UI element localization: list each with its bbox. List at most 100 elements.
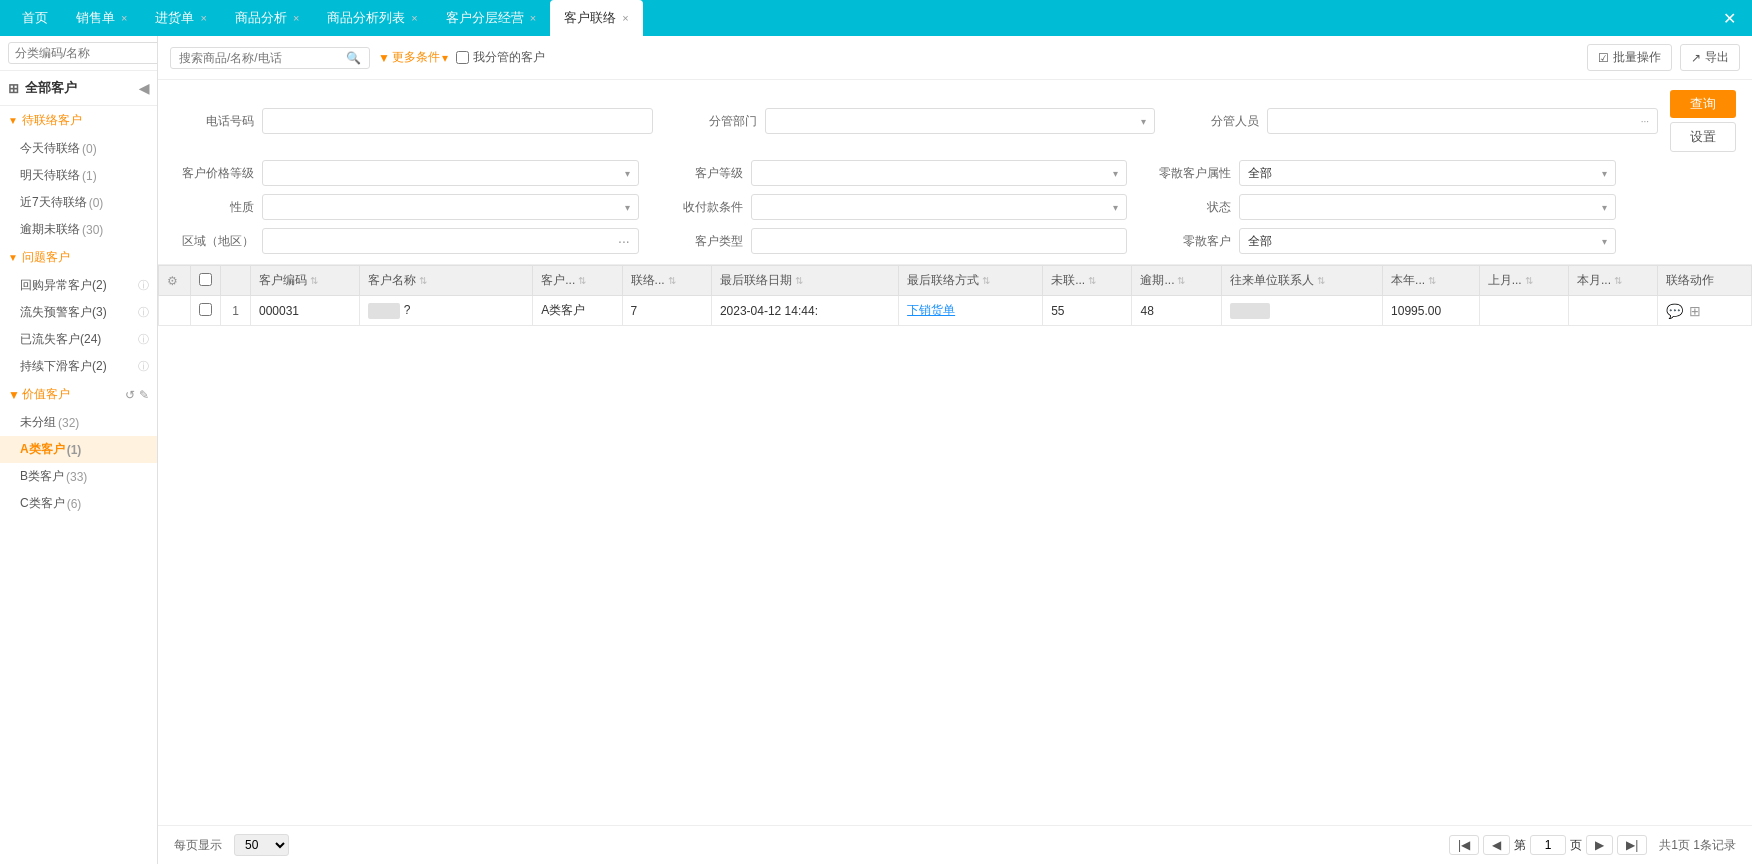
sidebar-pending-title[interactable]: ▼ 待联络客户 xyxy=(0,106,157,135)
page-size-select[interactable]: 50 100 200 xyxy=(234,834,289,856)
ellipsis-icon[interactable]: ··· xyxy=(618,233,630,249)
filter-search-input[interactable] xyxy=(179,51,346,65)
nav-tab-analysis[interactable]: 商品分析 × xyxy=(221,0,313,36)
col-gear: ⚙ xyxy=(159,266,191,296)
filter-cust-type-select[interactable] xyxy=(751,228,1128,254)
col-last-month-label: 上月... xyxy=(1488,272,1522,289)
col-checkbox-all[interactable] xyxy=(191,266,221,296)
chevron-down-icon: ▾ xyxy=(1141,116,1146,127)
col-overdue-label: 逾期... xyxy=(1140,272,1174,289)
close-icon[interactable]: × xyxy=(530,12,536,24)
filter-area-select[interactable]: ··· xyxy=(262,228,639,254)
col-name: 客户名称 ⇅ xyxy=(360,266,533,296)
nav-tab-customer-tier[interactable]: 客户分层经营 × xyxy=(432,0,550,36)
filter-dept-select[interactable]: ▾ xyxy=(765,108,1156,134)
sort-icon[interactable]: ⇅ xyxy=(419,275,427,286)
filter-my-customers[interactable]: 我分管的客户 xyxy=(456,49,545,66)
sort-icon[interactable]: ⇅ xyxy=(795,275,803,286)
last-page-button[interactable]: ▶| xyxy=(1617,835,1647,855)
sidebar: 🔍 ⊞ 全部客户 ◀ ▼ 待联络客户 今天待联络 (0) 明天待联络 (1) 近… xyxy=(0,36,158,864)
sidebar-item-7days[interactable]: 近7天待联络 (0) xyxy=(0,189,157,216)
sort-icon[interactable]: ⇅ xyxy=(1614,275,1622,286)
sidebar-problem-title[interactable]: ▼ 问题客户 xyxy=(0,243,157,272)
filter-search-icon[interactable]: 🔍 xyxy=(346,51,361,65)
close-icon[interactable]: × xyxy=(293,12,299,24)
sort-icon[interactable]: ⇅ xyxy=(982,275,990,286)
sort-icon[interactable]: ⇅ xyxy=(1177,275,1185,286)
nav-tab-purchase[interactable]: 进货单 × xyxy=(141,0,220,36)
sidebar-search-input[interactable] xyxy=(8,42,158,64)
query-button[interactable]: 查询 xyxy=(1670,90,1736,118)
page-number-input[interactable] xyxy=(1530,835,1566,855)
row-gear xyxy=(159,296,191,326)
sort-icon[interactable]: ⇅ xyxy=(1088,275,1096,286)
sidebar-value-icons[interactable]: ↺ ✎ xyxy=(125,388,149,402)
row-last-date: 2023-04-12 14:44: xyxy=(711,296,898,326)
sidebar-item-churned[interactable]: 已流失客户(24) ⓘ xyxy=(0,326,157,353)
col-last-date-label: 最后联络日期 xyxy=(720,272,792,289)
sidebar-value-title[interactable]: ▼ 价值客户 xyxy=(8,386,70,403)
next-page-button[interactable]: ▶ xyxy=(1586,835,1613,855)
settings-button[interactable]: 设置 xyxy=(1670,122,1736,152)
sort-icon[interactable]: ⇅ xyxy=(668,275,676,286)
sidebar-item-overdue[interactable]: 逾期未联络 (30) xyxy=(0,216,157,243)
filter-manager-select[interactable]: ··· xyxy=(1267,108,1658,134)
sidebar-item-tomorrow[interactable]: 明天待联络 (1) xyxy=(0,162,157,189)
export-button[interactable]: ↗ 导出 xyxy=(1680,44,1740,71)
filter-nature-select[interactable]: ▾ xyxy=(262,194,639,220)
refresh-icon[interactable]: ↺ xyxy=(125,388,135,402)
col-cust-type-label: 客户... xyxy=(541,272,575,289)
filter-retail-attr-select[interactable]: 全部 ▾ xyxy=(1239,160,1616,186)
row-checkbox[interactable] xyxy=(191,296,221,326)
qrcode-icon[interactable]: ⊞ xyxy=(1689,303,1701,319)
close-icon[interactable]: × xyxy=(121,12,127,24)
sidebar-all-customers[interactable]: ⊞ 全部客户 ◀ xyxy=(0,71,157,106)
row-code: 000031 xyxy=(251,296,360,326)
filter-price-level-select[interactable]: ▾ xyxy=(262,160,639,186)
filter-retail-cust-select[interactable]: 全部 ▾ xyxy=(1239,228,1616,254)
sidebar-item-declining[interactable]: 持续下滑客户(2) ⓘ xyxy=(0,353,157,380)
sort-icon[interactable]: ⇅ xyxy=(578,275,586,286)
sort-icon[interactable]: ⇅ xyxy=(310,275,318,286)
filter-phone-input[interactable] xyxy=(262,108,653,134)
close-icon[interactable]: × xyxy=(200,12,206,24)
filter-dept-label: 分管部门 xyxy=(677,113,757,130)
prev-page-button[interactable]: ◀ xyxy=(1483,835,1510,855)
row-select-checkbox[interactable] xyxy=(199,303,212,316)
my-customers-checkbox[interactable] xyxy=(456,51,469,64)
nav-tab-customer-contact[interactable]: 客户联络 × xyxy=(550,0,642,36)
nav-home[interactable]: 首页 xyxy=(8,0,62,36)
sidebar-item-unclassified[interactable]: 未分组 (32) xyxy=(0,409,157,436)
sort-icon[interactable]: ⇅ xyxy=(1317,275,1325,286)
edit-icon[interactable]: ✎ xyxy=(139,388,149,402)
first-page-button[interactable]: |◀ xyxy=(1449,835,1479,855)
sidebar-item-repurchase-abnormal[interactable]: 回购异常客户(2) ⓘ xyxy=(0,272,157,299)
info-icon: ⓘ xyxy=(138,332,149,347)
contact-method-link[interactable]: 下销货单 xyxy=(907,303,955,317)
nav-tab-analysis-list[interactable]: 商品分析列表 × xyxy=(313,0,431,36)
filter-payment-select[interactable]: ▾ xyxy=(751,194,1128,220)
col-last-method-label: 最后联络方式 xyxy=(907,272,979,289)
row-last-method[interactable]: 下销货单 xyxy=(899,296,1043,326)
nav-tab-sales[interactable]: 销售单 × xyxy=(62,0,141,36)
sidebar-item-churn-warning[interactable]: 流失预警客户(3) ⓘ xyxy=(0,299,157,326)
filter-more-conditions[interactable]: ▼ 更多条件 ▾ xyxy=(378,49,448,66)
batch-ops-button[interactable]: ☑ 批量操作 xyxy=(1587,44,1672,71)
sort-icon[interactable]: ⇅ xyxy=(1525,275,1533,286)
filter-dept: 分管部门 ▾ xyxy=(677,108,1156,134)
sidebar-item-a-class[interactable]: A类客户 (1) xyxy=(0,436,157,463)
filter-cust-level-select[interactable]: ▾ xyxy=(751,160,1128,186)
sidebar-item-today[interactable]: 今天待联络 (0) xyxy=(0,135,157,162)
close-icon[interactable]: × xyxy=(411,12,417,24)
collapse-icon[interactable]: ◀ xyxy=(139,81,149,96)
gear-icon[interactable]: ⚙ xyxy=(167,274,178,288)
filter-status-select[interactable]: ▾ xyxy=(1239,194,1616,220)
chevron-down-icon: ▾ xyxy=(1602,202,1607,213)
select-all-checkbox[interactable] xyxy=(199,273,212,286)
sort-icon[interactable]: ⇅ xyxy=(1428,275,1436,286)
sidebar-item-b-class[interactable]: B类客户 (33) xyxy=(0,463,157,490)
window-close-button[interactable]: ✕ xyxy=(1715,9,1744,28)
chat-icon[interactable]: 💬 xyxy=(1666,303,1683,319)
sidebar-item-c-class[interactable]: C类客户 (6) xyxy=(0,490,157,517)
close-icon[interactable]: × xyxy=(622,12,628,24)
